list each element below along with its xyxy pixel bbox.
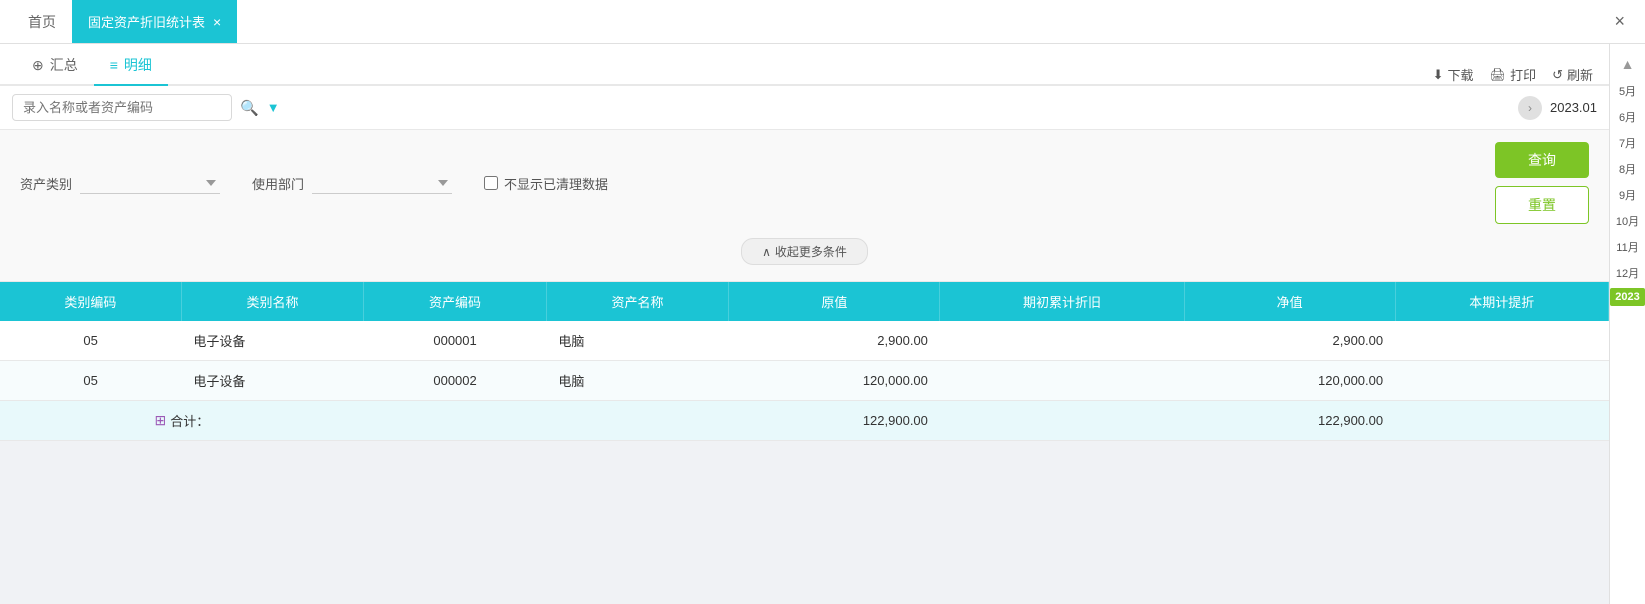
- cell-period-accumulated-depreciation: [940, 321, 1184, 361]
- sidebar-month-item[interactable]: 12月: [1614, 260, 1641, 286]
- refresh-label: 刷新: [1567, 65, 1593, 84]
- no-cleared-group: 不显示已清理数据: [484, 174, 608, 193]
- no-cleared-checkbox[interactable]: [484, 176, 498, 190]
- nav-tab-fixed-assets[interactable]: 固定资产折旧统计表 ×: [72, 0, 237, 43]
- nav-home[interactable]: 首页: [12, 0, 72, 43]
- cell-asset-name: 电脑: [546, 361, 729, 401]
- sidebar-month-item[interactable]: 7月: [1614, 130, 1641, 156]
- sidebar-month-item[interactable]: 10月: [1614, 208, 1641, 234]
- cell-asset-name: 电脑: [546, 321, 729, 361]
- department-label: 使用部门: [252, 174, 304, 193]
- asset-category-group: 资产类别: [20, 172, 220, 194]
- query-button[interactable]: 查询: [1495, 142, 1589, 178]
- filter-panel: 资产类别 使用部门 不显示已清理数据 查询 重置 ∧: [0, 130, 1609, 282]
- sidebar-nav-up[interactable]: ▲: [1617, 52, 1639, 76]
- detail-icon: ≡: [110, 57, 118, 73]
- col-original-value: 原值: [729, 282, 940, 321]
- refresh-icon: ↺: [1552, 67, 1563, 83]
- nav-bar: 首页 固定资产折旧统计表 × ×: [0, 0, 1645, 44]
- table-total-row: ⊞合计： 122,900.00 122,900.00: [0, 401, 1609, 441]
- asset-category-label: 资产类别: [20, 174, 72, 193]
- total-icon-cell: ⊞合计：: [0, 401, 364, 441]
- total-original-value: 122,900.00: [729, 401, 940, 441]
- search-icon[interactable]: 🔍: [240, 99, 259, 117]
- col-category-name: 类别名称: [181, 282, 364, 321]
- collapse-bar: ∧ 收起更多条件: [20, 232, 1589, 269]
- col-period-accumulated-depreciation: 期初累计折旧: [940, 282, 1184, 321]
- cell-original-value: 2,900.00: [729, 321, 940, 361]
- download-icon: ⬇: [1433, 67, 1444, 83]
- nav-tab-close-icon[interactable]: ×: [213, 14, 221, 30]
- summary-icon: ⊕: [32, 57, 44, 74]
- cell-current-period-depreciation: [1395, 321, 1608, 361]
- sidebar-month-item[interactable]: 5月: [1614, 78, 1641, 104]
- print-button[interactable]: 🖨 打印: [1490, 65, 1537, 84]
- department-select[interactable]: [312, 172, 452, 194]
- sidebar-month-item[interactable]: 11月: [1614, 234, 1641, 260]
- cell-category-code: 05: [0, 321, 181, 361]
- refresh-button[interactable]: ↺ 刷新: [1552, 65, 1593, 84]
- table-row: 05 电子设备 000002 电脑 120,000.00 120,000.00: [0, 361, 1609, 401]
- col-category-code: 类别编码: [0, 282, 181, 321]
- cell-original-value: 120,000.00: [729, 361, 940, 401]
- table-container: 类别编码 类别名称 资产编码 资产名称 原值 期初累计折旧 净值 本期计提折 0…: [0, 282, 1609, 604]
- sidebar-month-item[interactable]: 8月: [1614, 156, 1641, 182]
- cell-category-name: 电子设备: [181, 321, 364, 361]
- download-button[interactable]: ⬇ 下载: [1433, 65, 1474, 84]
- tab-detail-label: 明细: [124, 55, 152, 75]
- total-icon: ⊞: [155, 412, 167, 429]
- cell-asset-code: 000001: [364, 321, 547, 361]
- collapse-button[interactable]: ∧ 收起更多条件: [741, 238, 868, 265]
- more-filter-button[interactable]: ▼: [267, 100, 284, 115]
- total-net-value: 122,900.00: [1184, 401, 1395, 441]
- collapse-icon: ∧: [762, 245, 771, 259]
- cell-current-period-depreciation: [1395, 361, 1608, 401]
- asset-category-select[interactable]: [80, 172, 220, 194]
- search-input[interactable]: [12, 94, 232, 121]
- cell-asset-code: 000002: [364, 361, 547, 401]
- action-buttons: 查询 重置: [1495, 142, 1589, 224]
- reset-button[interactable]: 重置: [1495, 186, 1589, 224]
- nav-tab-label: 固定资产折旧统计表: [88, 12, 205, 31]
- tab-summary[interactable]: ⊕ 汇总: [16, 46, 94, 86]
- date-label: 2023.01: [1550, 100, 1597, 115]
- sidebar-year-badge: 2023: [1610, 288, 1645, 306]
- no-cleared-label: 不显示已清理数据: [504, 174, 608, 193]
- filter-icon: ▼: [267, 100, 280, 115]
- download-label: 下载: [1448, 65, 1474, 84]
- filter-row-1: 资产类别 使用部门 不显示已清理数据 查询 重置: [20, 142, 1589, 224]
- col-asset-code: 资产编码: [364, 282, 547, 321]
- collapse-label: 收起更多条件: [775, 243, 847, 260]
- total-label: 合计：: [170, 411, 209, 430]
- main-content: ⊕ 汇总 ≡ 明细 ⬇ 下载 🖨 打印 ↺ 刷新 🔍 ▼: [0, 44, 1609, 604]
- sidebar-months: 5月6月7月8月9月10月11月12月: [1614, 78, 1641, 286]
- cell-net-value: 2,900.00: [1184, 321, 1395, 361]
- total-period-accumulated-depreciation: [940, 401, 1184, 441]
- print-label: 打印: [1510, 65, 1536, 84]
- table-row: 05 电子设备 000001 电脑 2,900.00 2,900.00: [0, 321, 1609, 361]
- cell-category-code: 05: [0, 361, 181, 401]
- date-nav-arrow[interactable]: ›: [1518, 96, 1542, 120]
- total-current-period-depreciation: [1395, 401, 1608, 441]
- col-current-period-depreciation: 本期计提折: [1395, 282, 1608, 321]
- right-sidebar: ▲ 5月6月7月8月9月10月11月12月 2023: [1609, 44, 1645, 604]
- sidebar-month-item[interactable]: 6月: [1614, 104, 1641, 130]
- cell-category-name: 电子设备: [181, 361, 364, 401]
- department-group: 使用部门: [252, 172, 452, 194]
- data-table: 类别编码 类别名称 资产编码 资产名称 原值 期初累计折旧 净值 本期计提折 0…: [0, 282, 1609, 441]
- tab-detail[interactable]: ≡ 明细: [94, 46, 168, 86]
- cell-period-accumulated-depreciation: [940, 361, 1184, 401]
- tab-summary-label: 汇总: [50, 55, 78, 75]
- col-net-value: 净值: [1184, 282, 1395, 321]
- sub-tab-row: ⊕ 汇总 ≡ 明细 ⬇ 下载 🖨 打印 ↺ 刷新: [0, 44, 1609, 86]
- table-header-row: 类别编码 类别名称 资产编码 资产名称 原值 期初累计折旧 净值 本期计提折: [0, 282, 1609, 321]
- print-icon: 🖨: [1490, 67, 1507, 83]
- sidebar-month-item[interactable]: 9月: [1614, 182, 1641, 208]
- col-asset-name: 资产名称: [546, 282, 729, 321]
- search-bar: 🔍 ▼ › 2023.01: [0, 86, 1609, 130]
- cell-net-value: 120,000.00: [1184, 361, 1395, 401]
- window-close-button[interactable]: ×: [1606, 11, 1633, 32]
